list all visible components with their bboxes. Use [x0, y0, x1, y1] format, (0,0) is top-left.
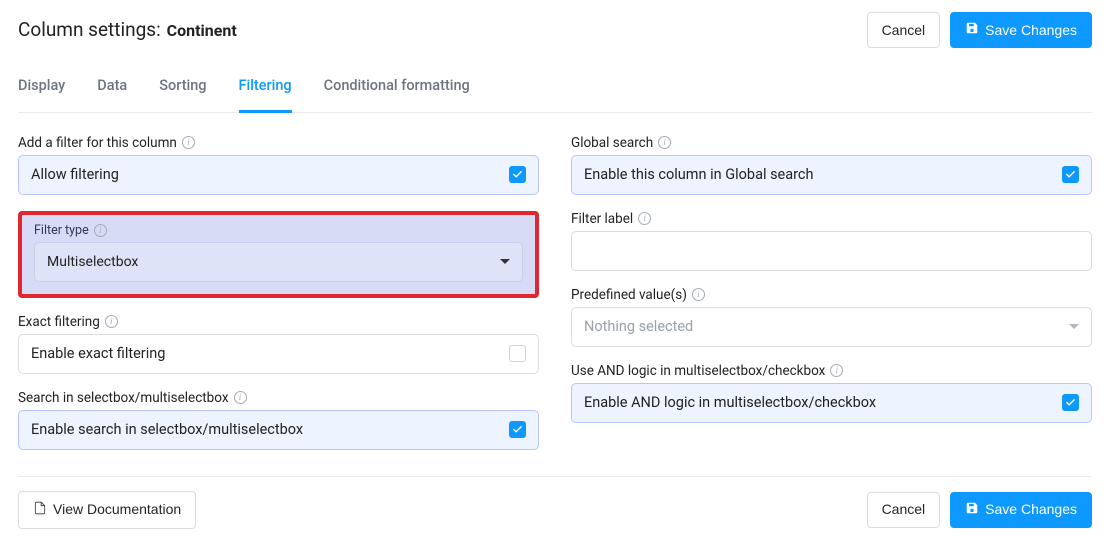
save-icon [965, 21, 979, 39]
exact-filtering-text: Enable exact filtering [31, 345, 165, 362]
field-global-search: Global search i Enable this column in Gl… [571, 135, 1092, 195]
info-icon[interactable]: i [638, 212, 651, 225]
predefined-placeholder: Nothing selected [584, 318, 693, 335]
global-label-row: Global search i [571, 135, 1092, 151]
footer-save-button[interactable]: Save Changes [950, 492, 1092, 528]
and-logic-toggle[interactable]: Enable AND logic in multiselectbox/check… [571, 383, 1092, 423]
and-label-row: Use AND logic in multiselectbox/checkbox… [571, 363, 1092, 379]
allow-filtering-text: Allow filtering [31, 166, 119, 183]
predefined-values-select[interactable]: Nothing selected [571, 307, 1092, 347]
exact-filtering-checkbox[interactable] [509, 345, 526, 362]
tab-sorting[interactable]: Sorting [159, 77, 206, 113]
cancel-button-label: Cancel [882, 22, 926, 39]
save-icon [965, 501, 979, 519]
search-selectbox-text: Enable search in selectbox/multiselectbo… [31, 421, 303, 438]
search-label: Search in selectbox/multiselectbox [18, 390, 229, 406]
view-documentation-label: View Documentation [53, 501, 181, 518]
footer-cancel-button[interactable]: Cancel [867, 492, 941, 528]
search-selectbox-toggle[interactable]: Enable search in selectbox/multiselectbo… [18, 410, 539, 450]
header: Column settings: Continent Cancel Save C… [18, 12, 1092, 48]
save-button-label: Save Changes [985, 22, 1077, 39]
tab-conditional[interactable]: Conditional formatting [324, 77, 470, 113]
exact-label: Exact filtering [18, 314, 100, 330]
tab-filtering[interactable]: Filtering [239, 77, 292, 113]
tabs: Display Data Sorting Filtering Condition… [18, 76, 1092, 113]
save-button[interactable]: Save Changes [950, 12, 1092, 48]
filter-label-label-row: Filter label i [571, 211, 1092, 227]
header-buttons: Cancel Save Changes [867, 12, 1092, 48]
filter-type-select[interactable]: Multiselectbox [34, 242, 523, 282]
tab-display[interactable]: Display [18, 77, 65, 113]
global-search-checkbox[interactable] [1062, 166, 1079, 183]
info-icon[interactable]: i [182, 136, 195, 149]
filter-type-label: Filter type [34, 223, 89, 238]
info-icon[interactable]: i [692, 288, 705, 301]
global-search-text: Enable this column in Global search [584, 166, 814, 183]
field-and-logic: Use AND logic in multiselectbox/checkbox… [571, 363, 1092, 423]
filter-type-highlight: Filter type i Multiselectbox [18, 211, 539, 298]
footer-cancel-label: Cancel [882, 501, 926, 518]
footer-separator [18, 476, 1092, 477]
info-icon[interactable]: i [830, 364, 843, 377]
exact-label-row: Exact filtering i [18, 314, 539, 330]
and-logic-text: Enable AND logic in multiselectbox/check… [584, 394, 876, 411]
footer: View Documentation Cancel Save Changes [18, 491, 1092, 529]
allow-filtering-toggle[interactable]: Allow filtering [18, 155, 539, 195]
add-filter-label-row: Add a filter for this column i [18, 135, 539, 151]
document-icon [33, 500, 47, 520]
and-logic-checkbox[interactable] [1062, 394, 1079, 411]
field-filter-label: Filter label i [571, 211, 1092, 271]
field-search-selectbox: Search in selectbox/multiselectbox i Ena… [18, 390, 539, 450]
filter-label-label: Filter label [571, 211, 633, 227]
filter-type-label-row: Filter type i [34, 223, 523, 238]
page-title-column: Continent [167, 21, 237, 40]
right-column: Global search i Enable this column in Gl… [571, 135, 1092, 450]
filter-label-input[interactable] [571, 231, 1092, 271]
tab-data[interactable]: Data [97, 77, 127, 113]
content: Add a filter for this column i Allow fil… [18, 135, 1092, 450]
footer-save-label: Save Changes [985, 501, 1077, 518]
filter-type-value: Multiselectbox [47, 254, 138, 270]
left-column: Add a filter for this column i Allow fil… [18, 135, 539, 450]
predef-label-row: Predefined value(s) i [571, 287, 1092, 303]
search-selectbox-checkbox[interactable] [509, 421, 526, 438]
info-icon[interactable]: i [105, 315, 118, 328]
and-label: Use AND logic in multiselectbox/checkbox [571, 363, 825, 379]
field-predefined-values: Predefined value(s) i Nothing selected [571, 287, 1092, 347]
exact-filtering-toggle[interactable]: Enable exact filtering [18, 334, 539, 374]
info-icon[interactable]: i [234, 391, 247, 404]
view-documentation-button[interactable]: View Documentation [18, 491, 196, 529]
global-label: Global search [571, 135, 653, 151]
footer-buttons: Cancel Save Changes [867, 492, 1092, 528]
page-title: Column settings: [18, 18, 161, 41]
chevron-down-icon [1069, 324, 1079, 329]
predef-label: Predefined value(s) [571, 287, 687, 303]
field-exact-filtering: Exact filtering i Enable exact filtering [18, 314, 539, 374]
allow-filtering-checkbox[interactable] [509, 166, 526, 183]
chevron-down-icon [500, 259, 510, 264]
global-search-toggle[interactable]: Enable this column in Global search [571, 155, 1092, 195]
page-title-group: Column settings: Continent [18, 18, 237, 41]
info-icon[interactable]: i [658, 136, 671, 149]
add-filter-label: Add a filter for this column [18, 135, 177, 151]
cancel-button[interactable]: Cancel [867, 12, 941, 48]
search-label-row: Search in selectbox/multiselectbox i [18, 390, 539, 406]
info-icon[interactable]: i [94, 224, 107, 237]
field-add-filter: Add a filter for this column i Allow fil… [18, 135, 539, 195]
